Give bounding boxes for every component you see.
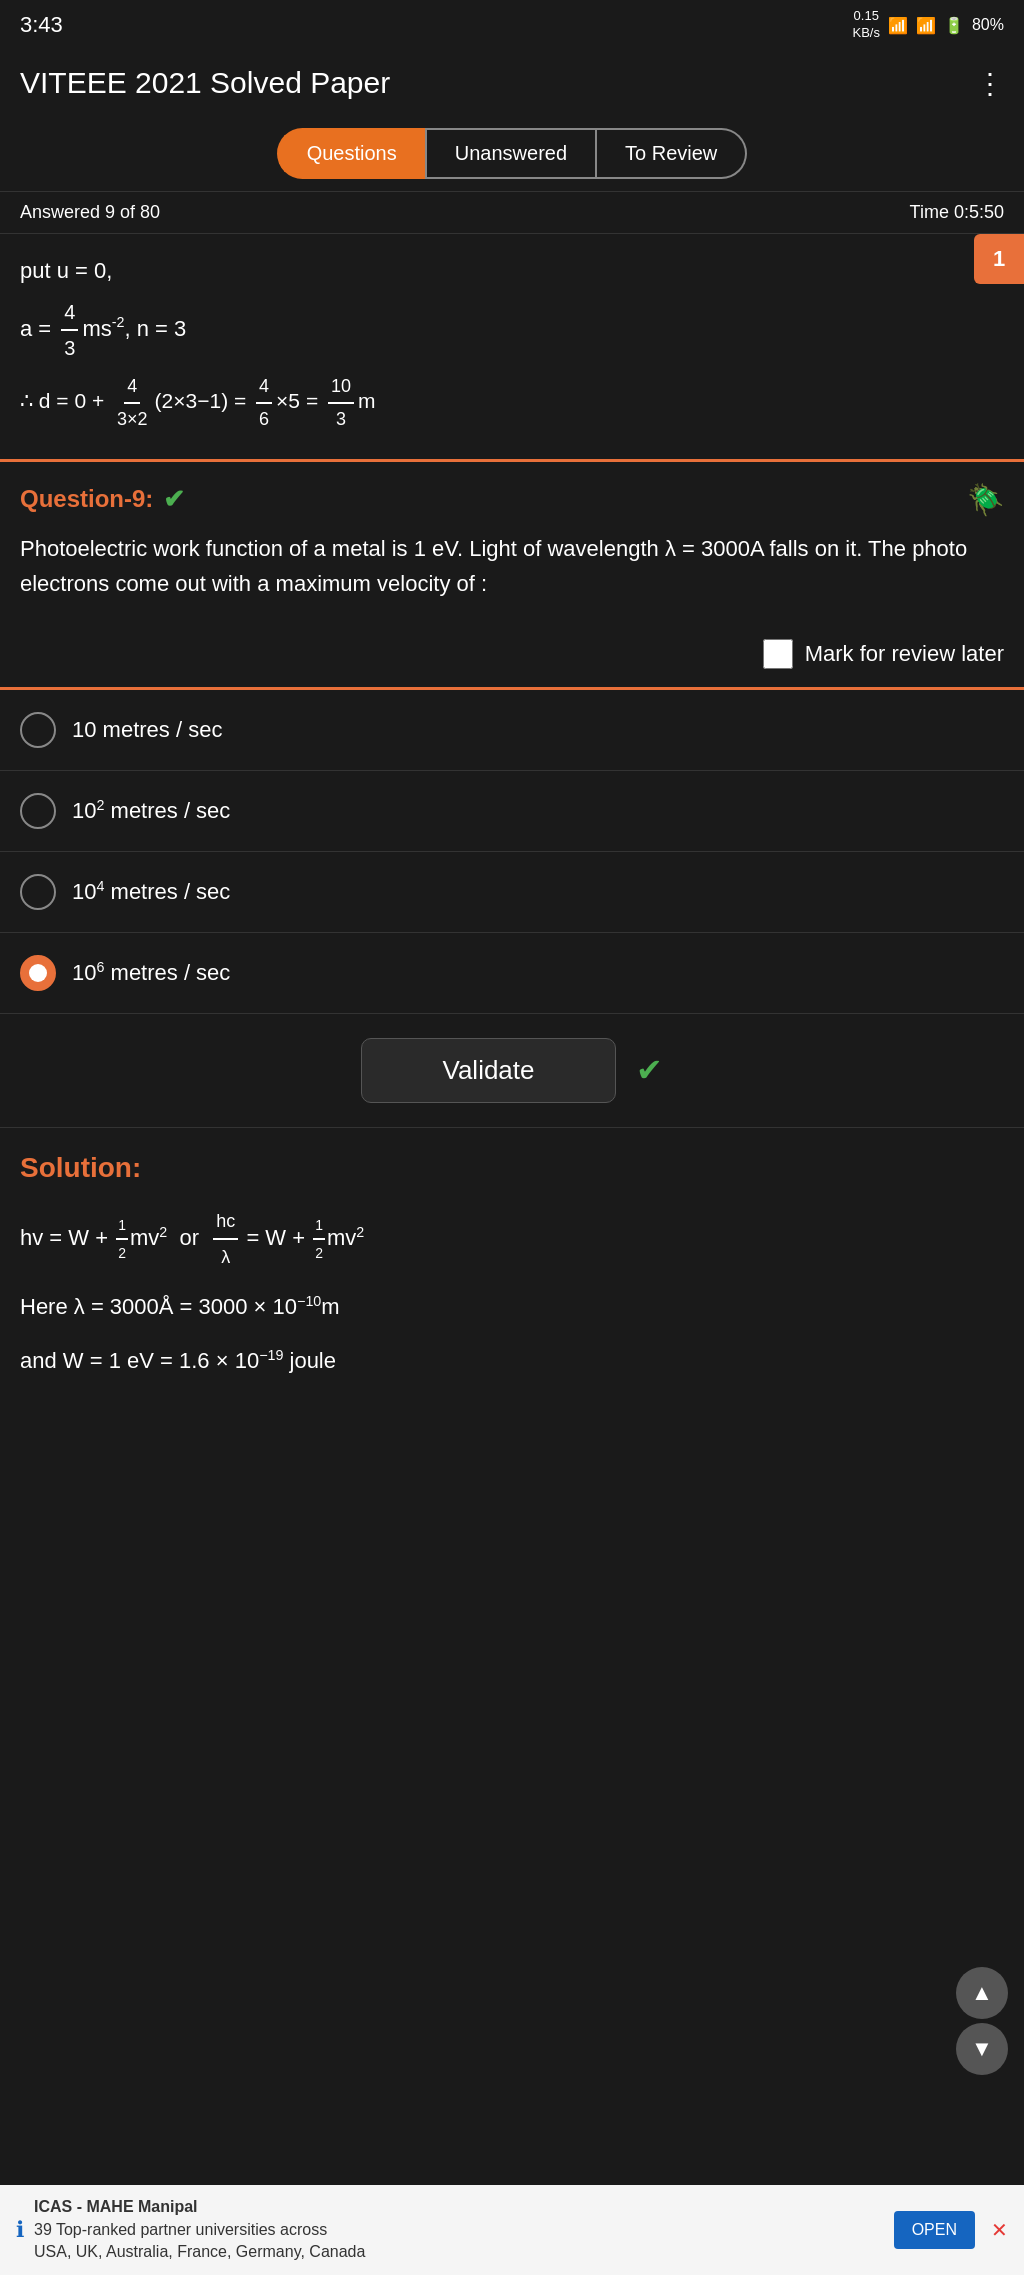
header: VITEEE 2021 Solved Paper ⋮ (0, 50, 1024, 116)
ad-title: ICAS - MAHE Manipal (34, 2196, 884, 2218)
radio-b[interactable] (20, 793, 56, 829)
ad-open-button[interactable]: OPEN (894, 2211, 975, 2249)
ad-line2: USA, UK, Australia, France, Germany, Can… (34, 2241, 884, 2263)
more-menu-icon[interactable]: ⋮ (976, 67, 1004, 100)
battery-percent: 80% (972, 16, 1004, 34)
answered-count: Answered 9 of 80 (20, 202, 160, 223)
signal-icon: 📶 (916, 16, 936, 35)
tab-questions[interactable]: Questions (277, 128, 425, 179)
ad-text: ICAS - MAHE Manipal 39 Top-ranked partne… (34, 2196, 884, 2263)
ad-close-icon[interactable]: ✕ (991, 2218, 1008, 2242)
tab-bar: Questions Unanswered To Review (0, 116, 1024, 191)
ad-line1: 39 Top-ranked partner universities acros… (34, 2219, 884, 2241)
banner-ad: ℹ ICAS - MAHE Manipal 39 Top-ranked part… (0, 2185, 1024, 2275)
options-section: 10 metres / sec 102 metres / sec 104 met… (0, 690, 1024, 1014)
question-text: Photoelectric work function of a metal i… (20, 531, 1004, 601)
scroll-buttons: ▲ ▼ (956, 1967, 1008, 2075)
timer: Time 0:5:50 (910, 202, 1004, 223)
option-a-text: 10 metres / sec (72, 717, 222, 743)
status-bar: 3:43 0.15KB/s 📶 📶 🔋 80% (0, 0, 1024, 50)
prev-line1: put u = 0, (20, 252, 1004, 289)
radio-d-inner (29, 964, 47, 982)
solution-content: hv = W + 12mv2 or hcλ = W + 12mv2 Here λ… (20, 1204, 1004, 1382)
prev-line2: a = 43ms-2, n = 3 (20, 295, 1004, 365)
option-b-text: 102 metres / sec (72, 797, 230, 824)
question-header: Question-9: ✔ 🪲 (20, 482, 1004, 517)
network-speed: 0.15KB/s (853, 8, 880, 42)
radio-a[interactable] (20, 712, 56, 748)
tab-unanswered[interactable]: Unanswered (425, 128, 597, 179)
validate-check-icon: ✔ (636, 1051, 663, 1089)
status-icons: 0.15KB/s 📶 📶 🔋 80% (853, 8, 1005, 42)
mark-review-label: Mark for review later (805, 641, 1004, 667)
battery-icon: 🔋 (944, 16, 964, 35)
tab-to-review[interactable]: To Review (597, 128, 747, 179)
prev-line3: ∴ d = 0 + 43×2(2×3−1) = 46×5 = 103m (20, 371, 1004, 434)
mark-review-row: Mark for review later (20, 621, 1004, 687)
option-c[interactable]: 104 metres / sec (0, 852, 1024, 933)
correct-check-icon: ✔ (163, 484, 185, 515)
header-title: VITEEE 2021 Solved Paper (20, 66, 390, 100)
option-d[interactable]: 106 metres / sec (0, 933, 1024, 1014)
validate-button[interactable]: Validate (361, 1038, 615, 1103)
ad-info-icon: ℹ (16, 2217, 24, 2243)
scroll-up-button[interactable]: ▲ (956, 1967, 1008, 2019)
radio-c[interactable] (20, 874, 56, 910)
option-a[interactable]: 10 metres / sec (0, 690, 1024, 771)
solution-line2: Here λ = 3000Å = 3000 × 10−10m (20, 1286, 1004, 1328)
solution-title: Solution: (20, 1152, 1004, 1184)
solution-line1: hv = W + 12mv2 or hcλ = W + 12mv2 (20, 1204, 1004, 1274)
option-d-text: 106 metres / sec (72, 959, 230, 986)
bug-icon: 🪲 (967, 482, 1004, 517)
solution-section: Solution: hv = W + 12mv2 or hcλ = W + 12… (0, 1128, 1024, 1412)
wifi-icon: 📶 (888, 16, 908, 35)
radio-d[interactable] (20, 955, 56, 991)
solution-line3: and W = 1 eV = 1.6 × 10−19 joule (20, 1340, 1004, 1382)
status-time: 3:43 (20, 12, 63, 38)
progress-bar: Answered 9 of 80 Time 0:5:50 (0, 191, 1024, 234)
question-number-label: Question-9: (20, 485, 153, 513)
question-section: Question-9: ✔ 🪲 Photoelectric work funct… (0, 462, 1024, 690)
question-title: Question-9: ✔ (20, 484, 185, 515)
scroll-down-button[interactable]: ▼ (956, 2023, 1008, 2075)
option-b[interactable]: 102 metres / sec (0, 771, 1024, 852)
prev-solution: 1 put u = 0, a = 43ms-2, n = 3 ∴ d = 0 +… (0, 234, 1024, 462)
question-badge: 1 (974, 234, 1024, 284)
validate-section: Validate ✔ (0, 1014, 1024, 1128)
mark-review-checkbox[interactable] (763, 639, 793, 669)
option-c-text: 104 metres / sec (72, 878, 230, 905)
